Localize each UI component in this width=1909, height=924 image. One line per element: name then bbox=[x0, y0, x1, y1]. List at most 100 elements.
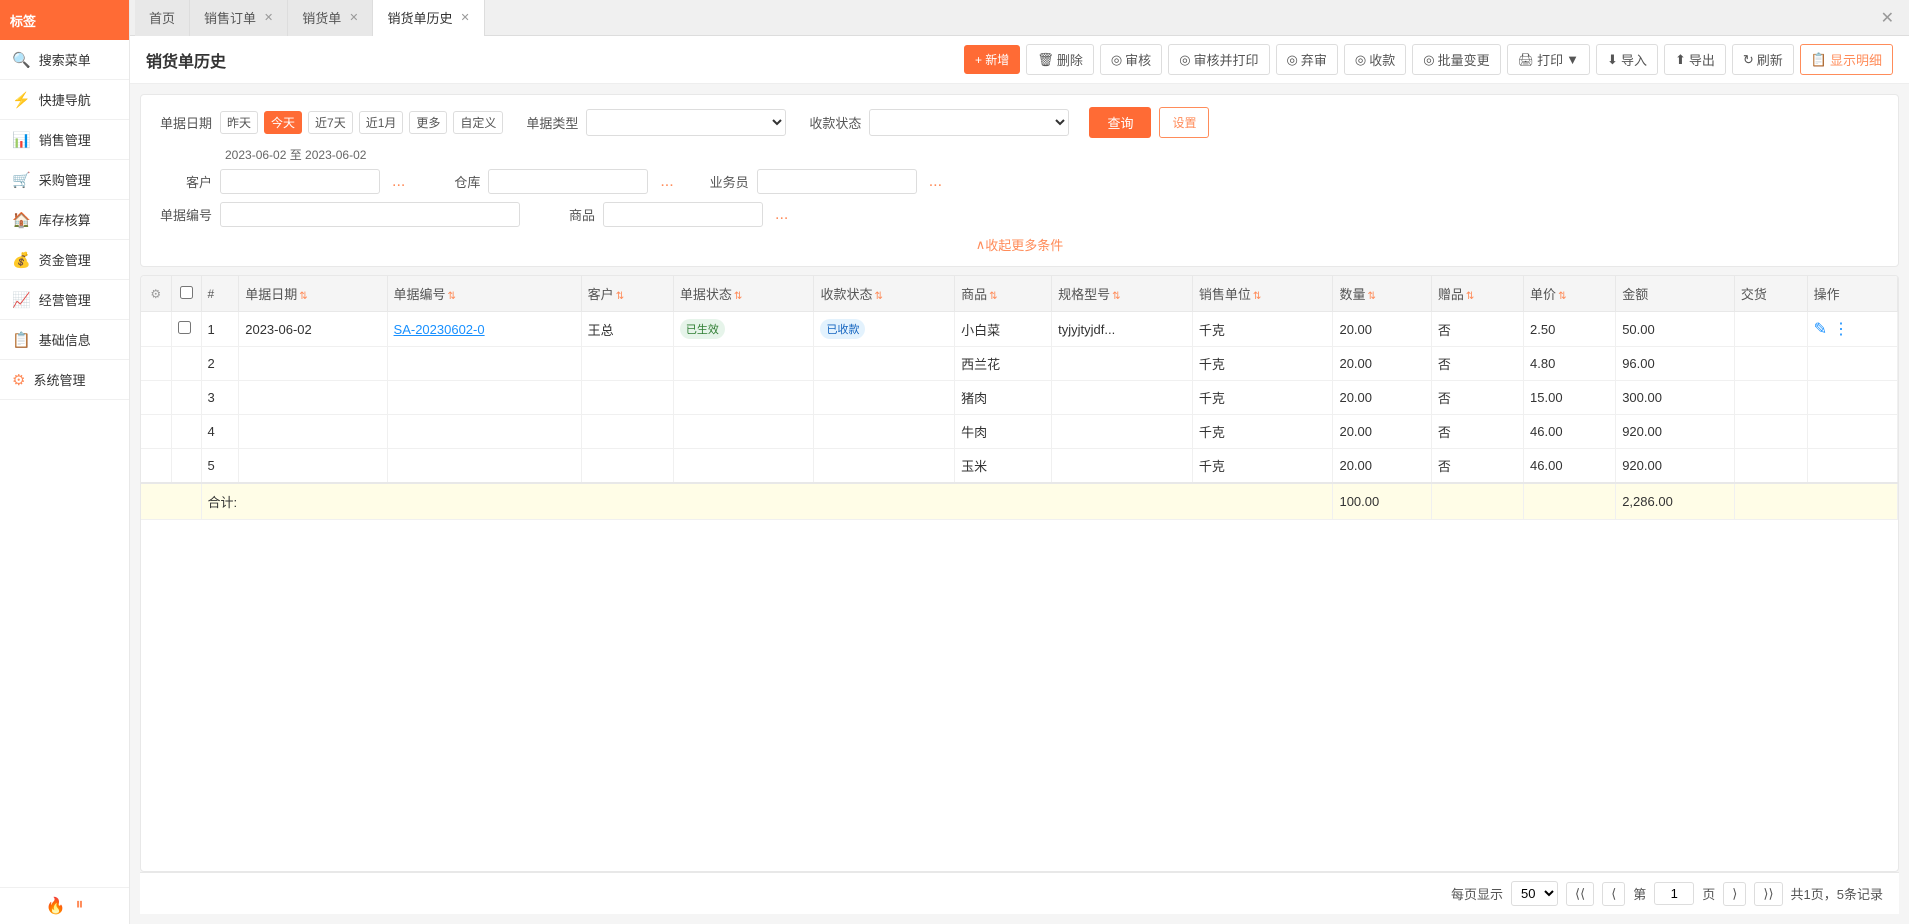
sidebar-item-finance[interactable]: 💰 资金管理 bbox=[0, 240, 129, 280]
fire-icon[interactable]: 🔥 bbox=[46, 896, 66, 916]
tab-sales-delivery[interactable]: 销货单 ✕ bbox=[288, 0, 373, 36]
payment-status-label: 收款状态 bbox=[806, 113, 861, 132]
row1-doc-no-link[interactable]: SA-20230602-0 bbox=[394, 322, 485, 337]
page-number-input[interactable] bbox=[1654, 882, 1694, 905]
row4-checkbox bbox=[171, 415, 201, 449]
sidebar-item-quick-nav[interactable]: ⚡ 快捷导航 bbox=[0, 80, 129, 120]
gear-icon: ⚙ bbox=[12, 371, 25, 389]
goods-picker[interactable]: ... bbox=[775, 206, 788, 224]
pagination-next[interactable]: ⟩ bbox=[1723, 882, 1746, 906]
sidebar-item-base-info[interactable]: 📋 基础信息 bbox=[0, 320, 129, 360]
sidebar-item-search-menu[interactable]: 🔍 搜索菜单 bbox=[0, 40, 129, 80]
payment-status-select[interactable] bbox=[869, 109, 1069, 136]
col-doc-no[interactable]: 单据编号⇅ bbox=[387, 276, 581, 312]
collect-button[interactable]: ◎ 收款 bbox=[1344, 44, 1406, 75]
col-customer[interactable]: 客户⇅ bbox=[581, 276, 673, 312]
col-qty[interactable]: 数量⇅ bbox=[1333, 276, 1431, 312]
col-unit[interactable]: 销售单位⇅ bbox=[1192, 276, 1333, 312]
date-yesterday[interactable]: 昨天 bbox=[220, 111, 258, 134]
tab-home[interactable]: 首页 bbox=[135, 0, 190, 36]
import-button[interactable]: ⬇ 导入 bbox=[1596, 44, 1658, 75]
collapse-button[interactable]: ∧ 收起更多条件 bbox=[157, 235, 1882, 254]
table-row: 1 2023-06-02 SA-20230602-0 王总 已生效 已收款 小白… bbox=[141, 312, 1898, 347]
batch-change-button[interactable]: ◎ 批量变更 bbox=[1412, 44, 1500, 75]
row3-unit: 千克 bbox=[1192, 381, 1333, 415]
warehouse-input[interactable] bbox=[488, 169, 648, 194]
sidebar-item-purchase-mgmt[interactable]: 🛒 采购管理 bbox=[0, 160, 129, 200]
row4-price: 46.00 bbox=[1524, 415, 1616, 449]
sidebar-item-operations[interactable]: 📈 经营管理 bbox=[0, 280, 129, 320]
refresh-button[interactable]: ↻ 刷新 bbox=[1732, 44, 1794, 75]
export-button[interactable]: ⬆ 导出 bbox=[1664, 44, 1726, 75]
data-table: ⚙ # 单据日期⇅ 单据编号⇅ 客户⇅ 单据状态⇅ 收款状态⇅ 商品⇅ 规格型号… bbox=[141, 276, 1898, 520]
row4-transaction bbox=[1734, 415, 1807, 449]
close-tab-sales-order[interactable]: ✕ bbox=[264, 11, 273, 24]
doc-type-select[interactable] bbox=[586, 109, 786, 136]
summary-total-qty: 100.00 bbox=[1333, 483, 1431, 520]
tab-bar-close-all[interactable]: ✕ bbox=[1871, 8, 1904, 28]
pause-icon[interactable]: ⏸ bbox=[75, 896, 83, 916]
pagination-first[interactable]: ⟨⟨ bbox=[1566, 882, 1594, 906]
tab-sales-history[interactable]: 销货单历史 ✕ bbox=[373, 0, 484, 36]
row2-transaction bbox=[1734, 347, 1807, 381]
warehouse-picker[interactable]: ... bbox=[660, 173, 673, 191]
delete-icon: 🗑 bbox=[1037, 52, 1054, 68]
pagination-prev[interactable]: ⟨ bbox=[1602, 882, 1625, 906]
col-goods[interactable]: 商品⇅ bbox=[955, 276, 1052, 312]
col-price[interactable]: 单价⇅ bbox=[1524, 276, 1616, 312]
audit-print-button[interactable]: ◎ 审核并打印 bbox=[1168, 44, 1269, 75]
audit-button[interactable]: ◎ 审核 bbox=[1100, 44, 1162, 75]
query-button[interactable]: 查询 bbox=[1089, 107, 1151, 138]
row2-gear bbox=[141, 347, 171, 381]
goods-input[interactable] bbox=[603, 202, 763, 227]
print-button[interactable]: 🖨 打印 ▼ bbox=[1507, 44, 1590, 75]
row2-spec bbox=[1052, 347, 1193, 381]
query-setting-area: 查询 设置 bbox=[1089, 107, 1209, 138]
new-button[interactable]: + 新增 bbox=[964, 45, 1020, 74]
salesperson-input[interactable] bbox=[757, 169, 917, 194]
col-payment-status[interactable]: 收款状态⇅ bbox=[814, 276, 955, 312]
total-info: 共1页，5条记录 bbox=[1791, 884, 1883, 903]
sidebar-item-sales-mgmt[interactable]: 📊 销售管理 bbox=[0, 120, 129, 160]
filter-salesperson: 业务员 ... bbox=[694, 169, 942, 194]
home-icon: 🏠 bbox=[12, 211, 31, 229]
discard-button[interactable]: ◎ 弃审 bbox=[1276, 44, 1338, 75]
sidebar-item-sys-mgmt[interactable]: ⚙ 系统管理 bbox=[0, 360, 129, 400]
col-gift[interactable]: 赠品⇅ bbox=[1431, 276, 1523, 312]
customer-picker[interactable]: ... bbox=[392, 173, 405, 191]
salesperson-picker[interactable]: ... bbox=[929, 173, 942, 191]
toolbar-actions: + 新增 🗑 删除 ◎ 审核 ◎ 审核并打印 ◎ 弃审 ◎ 收款 ◎ bbox=[964, 44, 1893, 75]
setting-button[interactable]: 设置 bbox=[1159, 107, 1209, 138]
select-all-checkbox[interactable] bbox=[180, 286, 193, 299]
row1-select[interactable] bbox=[178, 321, 191, 334]
date-1month[interactable]: 近1月 bbox=[359, 111, 404, 134]
tab-sales-order[interactable]: 销售订单 ✕ bbox=[190, 0, 288, 36]
row3-price: 15.00 bbox=[1524, 381, 1616, 415]
date-today[interactable]: 今天 bbox=[264, 111, 302, 134]
date-more[interactable]: 更多 bbox=[409, 111, 447, 134]
batch-icon: ◎ bbox=[1423, 52, 1434, 68]
col-doc-status[interactable]: 单据状态⇅ bbox=[673, 276, 814, 312]
customer-input[interactable] bbox=[220, 169, 380, 194]
sidebar-item-inventory[interactable]: 🏠 库存核算 bbox=[0, 200, 129, 240]
date-custom[interactable]: 自定义 bbox=[453, 111, 503, 134]
row1-doc-no: SA-20230602-0 bbox=[387, 312, 581, 347]
delete-button[interactable]: 🗑 删除 bbox=[1026, 44, 1094, 75]
pagination-last[interactable]: ⟩⟩ bbox=[1754, 882, 1782, 906]
row1-edit-btn[interactable]: ✎ bbox=[1814, 319, 1827, 339]
close-tab-sales-delivery[interactable]: ✕ bbox=[349, 11, 358, 24]
row1-price: 2.50 bbox=[1524, 312, 1616, 347]
per-page-select[interactable]: 50 bbox=[1511, 881, 1558, 906]
date-7days[interactable]: 近7天 bbox=[308, 111, 353, 134]
col-date[interactable]: 单据日期⇅ bbox=[239, 276, 387, 312]
table-row: 2 西兰花 千克 20.00 否 4.80 96.00 bbox=[141, 347, 1898, 381]
show-detail-button[interactable]: 📋 显示明细 bbox=[1800, 44, 1893, 75]
col-spec[interactable]: 规格型号⇅ bbox=[1052, 276, 1193, 312]
row4-actions bbox=[1807, 415, 1897, 449]
row1-qty: 20.00 bbox=[1333, 312, 1431, 347]
row4-gift: 否 bbox=[1431, 415, 1523, 449]
doc-no-input[interactable] bbox=[220, 202, 520, 227]
close-tab-sales-history[interactable]: ✕ bbox=[461, 11, 470, 24]
row1-more-btn[interactable]: ⋮ bbox=[1833, 319, 1849, 339]
col-settings[interactable]: ⚙ bbox=[141, 276, 171, 312]
